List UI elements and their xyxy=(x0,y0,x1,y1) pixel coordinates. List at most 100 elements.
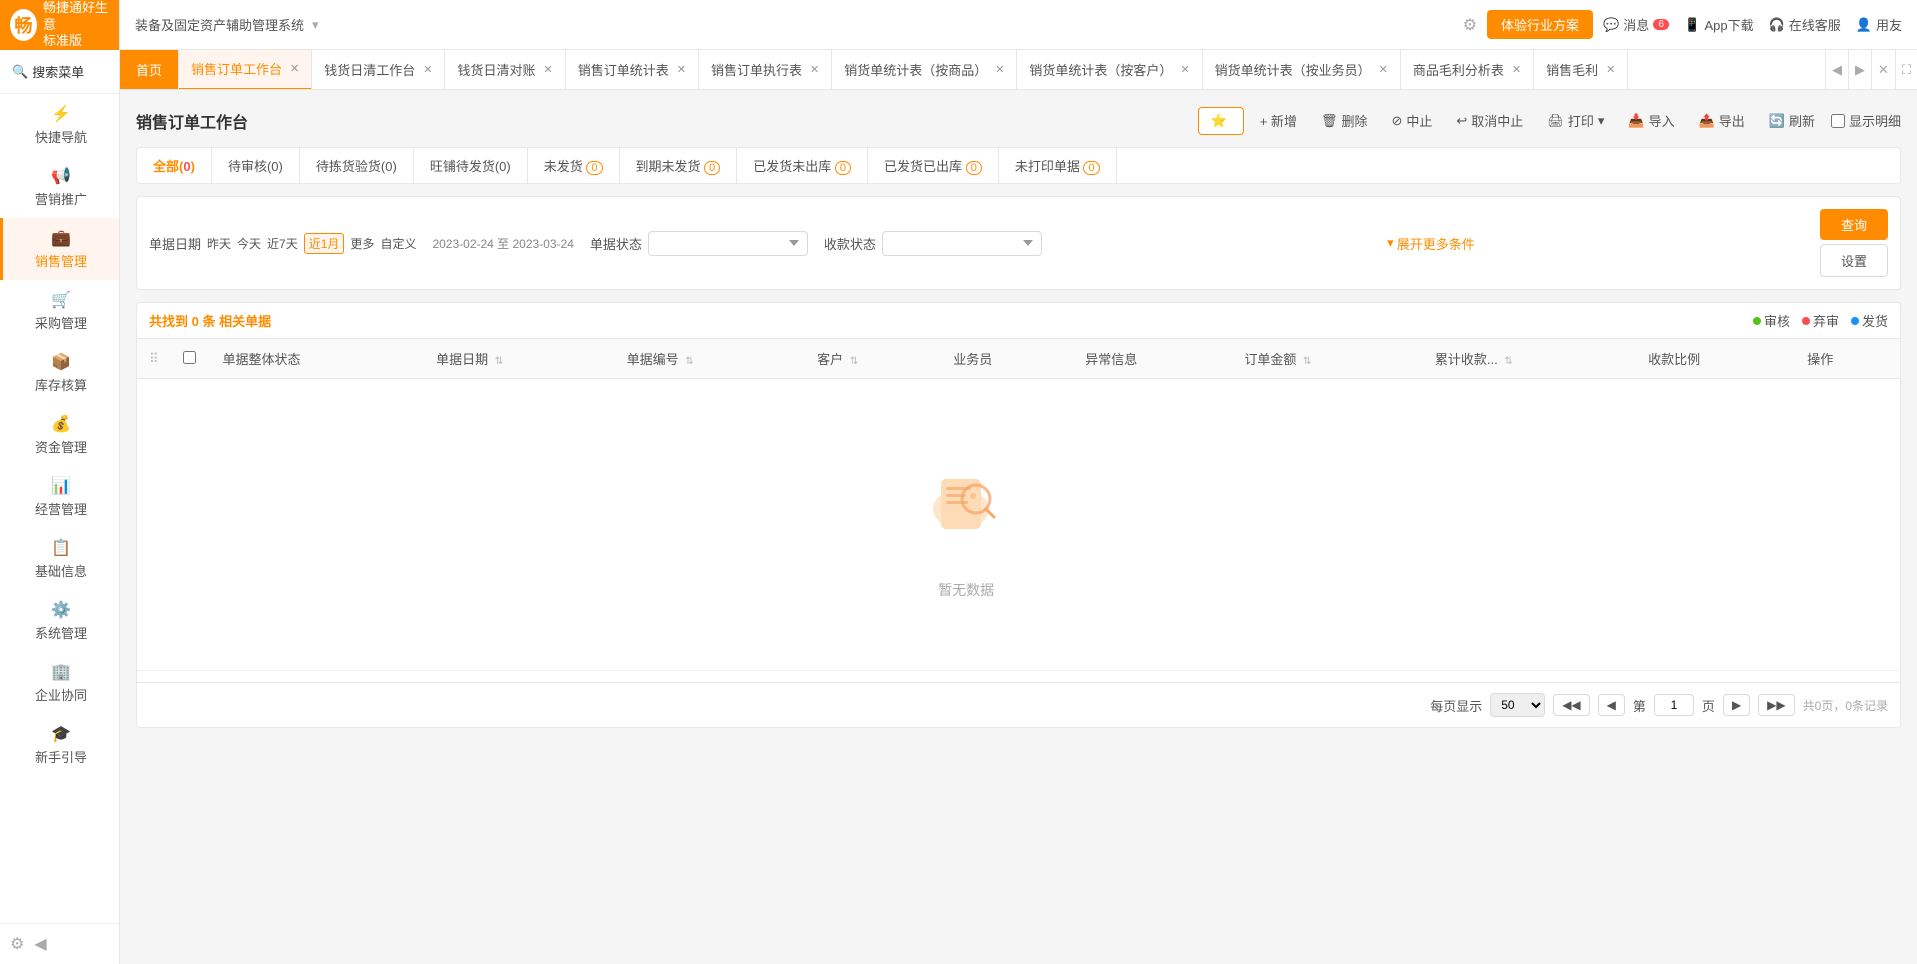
display-dense-checkbox[interactable] xyxy=(1831,114,1845,128)
th-number[interactable]: 单据编号 ⇅ xyxy=(615,339,806,379)
filter-tab-shipped-in[interactable]: 已发货已出库 0 xyxy=(868,148,999,183)
shortcut-more[interactable]: 更多 xyxy=(350,235,374,252)
sidebar-nav-item-newbie[interactable]: 🎓 新手引导 xyxy=(0,714,119,776)
message-button[interactable]: 💬 消息 6 xyxy=(1603,15,1669,34)
sort-collected-icon: ⇅ xyxy=(1504,356,1512,367)
display-dense-label[interactable]: 显示明细 xyxy=(1831,111,1901,130)
filter-tab-not-shipped[interactable]: 未发货 0 xyxy=(528,148,620,183)
app-download-button[interactable]: 📱 App下载 xyxy=(1684,15,1753,34)
export-button[interactable]: 📤 导出 xyxy=(1691,106,1753,135)
status-select[interactable] xyxy=(648,231,808,256)
marketing-icon: 📢 xyxy=(51,166,71,186)
th-customer[interactable]: 客户 ⇅ xyxy=(805,339,941,379)
tab-sales-profit[interactable]: 销售毛利 ✕ xyxy=(1534,50,1628,90)
setting-button[interactable]: 设置 xyxy=(1820,244,1888,277)
sidebar-nav-item-purchase[interactable]: 🛒 采购管理 xyxy=(0,280,119,342)
cancel-stop-button[interactable]: ↩ 取消中止 xyxy=(1448,106,1531,135)
refresh-button[interactable]: 🔄 刷新 xyxy=(1761,106,1823,135)
import-button[interactable]: 📥 导入 xyxy=(1620,106,1682,135)
shortcut-custom[interactable]: 自定义 xyxy=(380,235,416,252)
add-button[interactable]: + 新增 xyxy=(1252,106,1305,135)
tab-close-cash-reconcile[interactable]: ✕ xyxy=(544,63,553,76)
tab-sales-by-staff[interactable]: 销货单统计表（按业务员） ✕ xyxy=(1203,50,1401,90)
per-page-select[interactable]: 50 20 100 xyxy=(1490,693,1545,717)
logo-text: 畅捷通好生意 标准版 xyxy=(43,0,109,50)
sidebar-nav-item-operations[interactable]: 📊 经营管理 xyxy=(0,466,119,528)
print-button[interactable]: 🖨 打印 ▾ xyxy=(1539,106,1612,135)
tab-cash-daily[interactable]: 钱货日清工作台 ✕ xyxy=(312,50,445,90)
th-staff[interactable]: 业务员 xyxy=(941,339,1073,379)
sidebar-nav-item-enterprise[interactable]: 🏢 企业协同 xyxy=(0,652,119,714)
tabbar-close-all[interactable]: ✕ xyxy=(1871,50,1895,90)
shortcut-1month[interactable]: 近1月 xyxy=(304,233,345,254)
review-action-button[interactable]: 审核 xyxy=(1753,311,1790,330)
tabbar-fullscreen[interactable]: ⛶ xyxy=(1895,50,1917,90)
sidebar-nav-item-basic[interactable]: 📋 基础信息 xyxy=(0,528,119,590)
sidebar-nav-item-system[interactable]: ⚙️ 系统管理 xyxy=(0,590,119,652)
search-buttons: 查询 设置 xyxy=(1820,209,1888,277)
page-input[interactable] xyxy=(1654,694,1694,716)
sidebar-nav-item-inventory[interactable]: 📦 库存核算 xyxy=(0,342,119,404)
tab-gross-margin[interactable]: 商品毛利分析表 ✕ xyxy=(1401,50,1534,90)
tab-close-sales-by-staff[interactable]: ✕ xyxy=(1379,63,1388,76)
cancel-review-action-button[interactable]: 弃审 xyxy=(1802,311,1839,330)
sidebar-nav-item-finance[interactable]: 💰 资金管理 xyxy=(0,404,119,466)
user-button[interactable]: 👤 用友 xyxy=(1856,15,1902,34)
select-all-checkbox[interactable] xyxy=(183,351,196,364)
filter-tab-pending-review[interactable]: 待审核(0) xyxy=(212,148,300,183)
smart-generate-button[interactable]: ⭐ xyxy=(1198,107,1244,135)
filter-tab-all[interactable]: 全部(0) xyxy=(137,148,212,183)
drag-icon: ⠿ xyxy=(149,351,159,366)
tab-close-cash-daily[interactable]: ✕ xyxy=(423,63,432,76)
sidebar-settings-button[interactable]: ⚙ xyxy=(10,934,24,954)
th-collected[interactable]: 累计收款... ⇅ xyxy=(1423,339,1636,379)
stop-button[interactable]: ⊘ 中止 xyxy=(1383,106,1440,135)
shortcut-7days[interactable]: 近7天 xyxy=(267,235,298,252)
ship-action-button[interactable]: 发货 xyxy=(1851,311,1888,330)
filter-tab-overdue-not-shipped[interactable]: 到期未发货 0 xyxy=(620,148,738,183)
tab-close-gross-margin[interactable]: ✕ xyxy=(1512,63,1521,76)
horizontal-scrollbar[interactable] xyxy=(137,670,1900,682)
th-checkbox[interactable] xyxy=(171,339,211,379)
tab-sales-stats[interactable]: 销售订单统计表 ✕ xyxy=(566,50,699,90)
tab-close-sales-workbench[interactable]: ✕ xyxy=(290,62,299,75)
filter-tab-wangpu-pending[interactable]: 旺铺待发货(0) xyxy=(414,148,528,183)
sidebar-nav-item-marketing[interactable]: 📢 营销推广 xyxy=(0,156,119,218)
shortcut-yesterday[interactable]: 昨天 xyxy=(207,235,231,252)
sidebar-nav-item-quicknav[interactable]: ⚡ 快捷导航 xyxy=(0,94,119,156)
topbar-settings-icon[interactable]: ⚙ xyxy=(1463,15,1477,35)
tab-close-sales-profit[interactable]: ✕ xyxy=(1606,63,1615,76)
tab-sales-by-product[interactable]: 销货单统计表（按商品） ✕ xyxy=(832,50,1017,90)
tab-sales-by-customer[interactable]: 销货单统计表（按客户） ✕ xyxy=(1017,50,1202,90)
solution-button[interactable]: 体验行业方案 xyxy=(1487,10,1593,39)
tabbar-right-arrow[interactable]: ▶ xyxy=(1848,50,1871,90)
th-date[interactable]: 单据日期 ⇅ xyxy=(424,339,615,379)
filter-tab-pending-inspect[interactable]: 待拣货验货(0) xyxy=(300,148,414,183)
tab-close-sales-by-customer[interactable]: ✕ xyxy=(1180,63,1189,76)
first-page-button[interactable]: ◀◀ xyxy=(1553,694,1589,716)
delete-button[interactable]: 🗑 删除 xyxy=(1313,106,1376,135)
sidebar-collapse-button[interactable]: ◀ xyxy=(34,934,46,954)
shortcut-today[interactable]: 今天 xyxy=(237,235,261,252)
last-page-button[interactable]: ▶▶ xyxy=(1758,694,1794,716)
tab-sales-exec[interactable]: 销售订单执行表 ✕ xyxy=(699,50,832,90)
expand-conditions-button[interactable]: ▾ 展开更多条件 xyxy=(1387,234,1475,253)
filter-tab-shipped-not-in[interactable]: 已发货未出库 0 xyxy=(737,148,868,183)
tab-close-sales-exec[interactable]: ✕ xyxy=(810,63,819,76)
filter-tab-not-printed[interactable]: 未打印单据 0 xyxy=(999,148,1117,183)
online-service-button[interactable]: 🎧 在线客服 xyxy=(1769,15,1841,34)
prev-page-button[interactable]: ◀ xyxy=(1598,694,1625,716)
th-amount[interactable]: 订单金额 ⇅ xyxy=(1232,339,1423,379)
sidebar-bottom: ⚙ ◀ xyxy=(0,923,119,964)
next-page-button[interactable]: ▶ xyxy=(1723,694,1750,716)
tabbar-left-arrow[interactable]: ◀ xyxy=(1825,50,1848,90)
query-button[interactable]: 查询 xyxy=(1820,209,1888,240)
tab-sales-workbench[interactable]: 销售订单工作台 ✕ xyxy=(179,50,312,90)
tab-home[interactable]: 首页 xyxy=(120,50,179,90)
tab-close-sales-by-product[interactable]: ✕ xyxy=(995,63,1004,76)
search-menu-button[interactable]: 🔍 搜索菜单 xyxy=(8,58,111,85)
tab-close-sales-stats[interactable]: ✕ xyxy=(677,63,686,76)
tab-cash-reconcile[interactable]: 钱货日清对账 ✕ xyxy=(445,50,565,90)
sidebar-nav-item-sales[interactable]: 💼 销售管理 xyxy=(0,218,119,280)
payment-select[interactable] xyxy=(882,231,1042,256)
